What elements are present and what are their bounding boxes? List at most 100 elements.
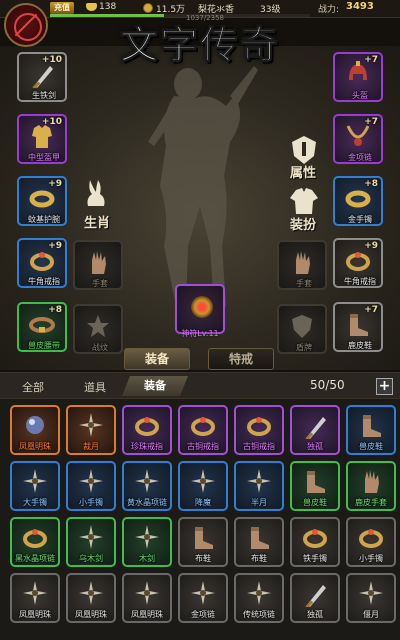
bag-item[interactable]: 凤凰明珠 — [10, 405, 60, 455]
boots-icon — [363, 415, 381, 437]
equip-slot[interactable]: +9 蚊基护腕 — [17, 176, 67, 226]
equip-slot[interactable]: 战纹 — [73, 304, 123, 354]
enhance-level: +9 — [48, 179, 62, 189]
bag-panel: 全部 道具 装备 50/50 + 凤凰明珠 裁月 珍珠戒指 古铜戒指 古铜戒指 独孤 兽皮鞋… — [0, 372, 400, 640]
bag-item-name: 裁月 — [83, 442, 99, 451]
shuriken-icon — [79, 413, 103, 437]
bag-item[interactable]: 乌木剑 — [66, 517, 116, 567]
zodiac-rabbit-icon[interactable] — [78, 176, 114, 212]
bag-item-name: 金项链 — [191, 610, 215, 619]
glove-icon — [296, 251, 310, 274]
bag-item[interactable]: 独孤 — [290, 573, 340, 623]
shuriken-icon — [247, 581, 271, 605]
filter-equipment[interactable]: 装备 — [122, 376, 188, 396]
equip-slot[interactable]: +10 中型盔甲 — [17, 114, 67, 164]
main-menu-button[interactable] — [4, 3, 48, 47]
bag-item[interactable]: 黑水晶项链 — [10, 517, 60, 567]
bag-item[interactable]: 兽皮鞋 — [346, 405, 396, 455]
slot-item-name: 头盔 — [352, 91, 368, 100]
bag-item[interactable]: 珍珠戒指 — [122, 405, 172, 455]
bag-item[interactable]: 偃月 — [346, 573, 396, 623]
bag-item[interactable]: 古铜戒指 — [234, 405, 284, 455]
bag-item[interactable]: 布鞋 — [178, 517, 228, 567]
bag-item[interactable]: 凤凰明珠 — [122, 573, 172, 623]
attributes-label[interactable]: 属性 — [290, 162, 316, 181]
amulet-icon — [191, 296, 213, 318]
slot-item-name: 手套 — [296, 279, 312, 288]
enhance-level: +10 — [41, 117, 62, 127]
bag-item-name: 凤凰明珠 — [131, 610, 163, 619]
expand-bag-button[interactable]: + — [376, 378, 393, 395]
bag-capacity: 50/50 — [310, 378, 345, 392]
bag-item[interactable]: 鹿皮手套 — [346, 461, 396, 511]
ingot-count: 138 — [99, 2, 117, 12]
zodiac-label[interactable]: 生肖 — [84, 212, 110, 231]
shuriken-icon — [135, 469, 159, 493]
bag-item-name: 乌木剑 — [79, 554, 103, 563]
bag-item[interactable]: 铁手镯 — [290, 517, 340, 567]
equip-slot[interactable]: 手套 — [73, 240, 123, 290]
filter-all[interactable]: 全部 — [22, 379, 44, 395]
bag-item[interactable]: 裁月 — [66, 405, 116, 455]
slot-item-name: 生铁剑 — [32, 91, 56, 100]
slot-item-name: 牛角戒指 — [28, 277, 60, 286]
bag-item-name: 小手镯 — [359, 554, 383, 563]
shuriken-icon — [247, 469, 271, 493]
enhance-level: +7 — [364, 305, 378, 315]
bag-item[interactable]: 降魔 — [178, 461, 228, 511]
bag-item[interactable]: 木剑 — [122, 517, 172, 567]
tab-special-ring[interactable]: 特戒 — [208, 348, 274, 370]
bag-item-name: 传统项链 — [243, 610, 275, 619]
bag-item-name: 半月 — [251, 498, 267, 507]
filter-items[interactable]: 道具 — [84, 379, 106, 395]
equip-slot[interactable]: 盾牌 — [277, 304, 327, 354]
bag-item-name: 独孤 — [307, 610, 323, 619]
bag-item[interactable]: 传统项链 — [234, 573, 284, 623]
ring-icon — [303, 529, 327, 548]
bag-item[interactable]: 凤凰明珠 — [66, 573, 116, 623]
shuriken-icon — [359, 581, 383, 605]
warpattern-icon — [87, 315, 109, 337]
bag-item[interactable]: 半月 — [234, 461, 284, 511]
equip-slot[interactable]: +7 金项链 — [333, 114, 383, 164]
bag-item[interactable]: 小手镯 — [66, 461, 116, 511]
equip-slot[interactable]: +8 兽皮腰带 — [17, 302, 67, 352]
bag-item[interactable]: 金项链 — [178, 573, 228, 623]
equip-slot[interactable]: +9 牛角戒指 — [17, 238, 67, 288]
bag-filter-bar: 全部 道具 装备 50/50 + — [0, 373, 400, 399]
recharge-badge[interactable]: 充值 — [50, 2, 74, 14]
equip-slot[interactable]: +8 金手镯 — [333, 176, 383, 226]
equip-slot[interactable]: +9 牛角戒指 — [333, 238, 383, 288]
enhance-level: +8 — [364, 179, 378, 189]
bag-item[interactable]: 小手镯 — [346, 517, 396, 567]
ring-icon — [191, 417, 215, 436]
shuriken-icon — [79, 525, 103, 549]
slot-item-name: 金手镯 — [348, 215, 372, 224]
bag-item-name: 兽皮鞋 — [303, 498, 327, 507]
bag-item-name: 古铜戒指 — [243, 442, 275, 451]
bag-item-name: 黄水晶项链 — [127, 498, 167, 507]
bag-item[interactable]: 独孤 — [290, 405, 340, 455]
bag-item[interactable]: 古铜戒指 — [178, 405, 228, 455]
enhance-level: +9 — [48, 241, 62, 251]
tab-equipment[interactable]: 装备 — [124, 348, 190, 370]
bag-item-name: 小手镯 — [79, 498, 103, 507]
bag-item[interactable]: 布鞋 — [234, 517, 284, 567]
sword-icon — [305, 585, 326, 607]
bag-item[interactable]: 凤凰明珠 — [10, 573, 60, 623]
ingot-icon — [86, 3, 97, 11]
glove-icon — [365, 470, 379, 493]
equip-slot[interactable]: 手套 — [277, 240, 327, 290]
slot-item-name: 金项链 — [348, 153, 372, 162]
bag-item[interactable]: 黄水晶项链 — [122, 461, 172, 511]
bag-item[interactable]: 大手镯 — [10, 461, 60, 511]
slot-item-name: 战纹 — [92, 343, 108, 352]
bag-item[interactable]: 兽皮鞋 — [290, 461, 340, 511]
outfit-label[interactable]: 装扮 — [290, 214, 316, 233]
orb-icon — [26, 416, 44, 434]
shield-icon — [292, 315, 312, 338]
boots-icon — [195, 527, 213, 549]
equip-slot[interactable]: +7 鹿皮鞋 — [333, 302, 383, 352]
amulet-slot[interactable] — [175, 284, 225, 334]
ring-icon — [23, 529, 47, 548]
